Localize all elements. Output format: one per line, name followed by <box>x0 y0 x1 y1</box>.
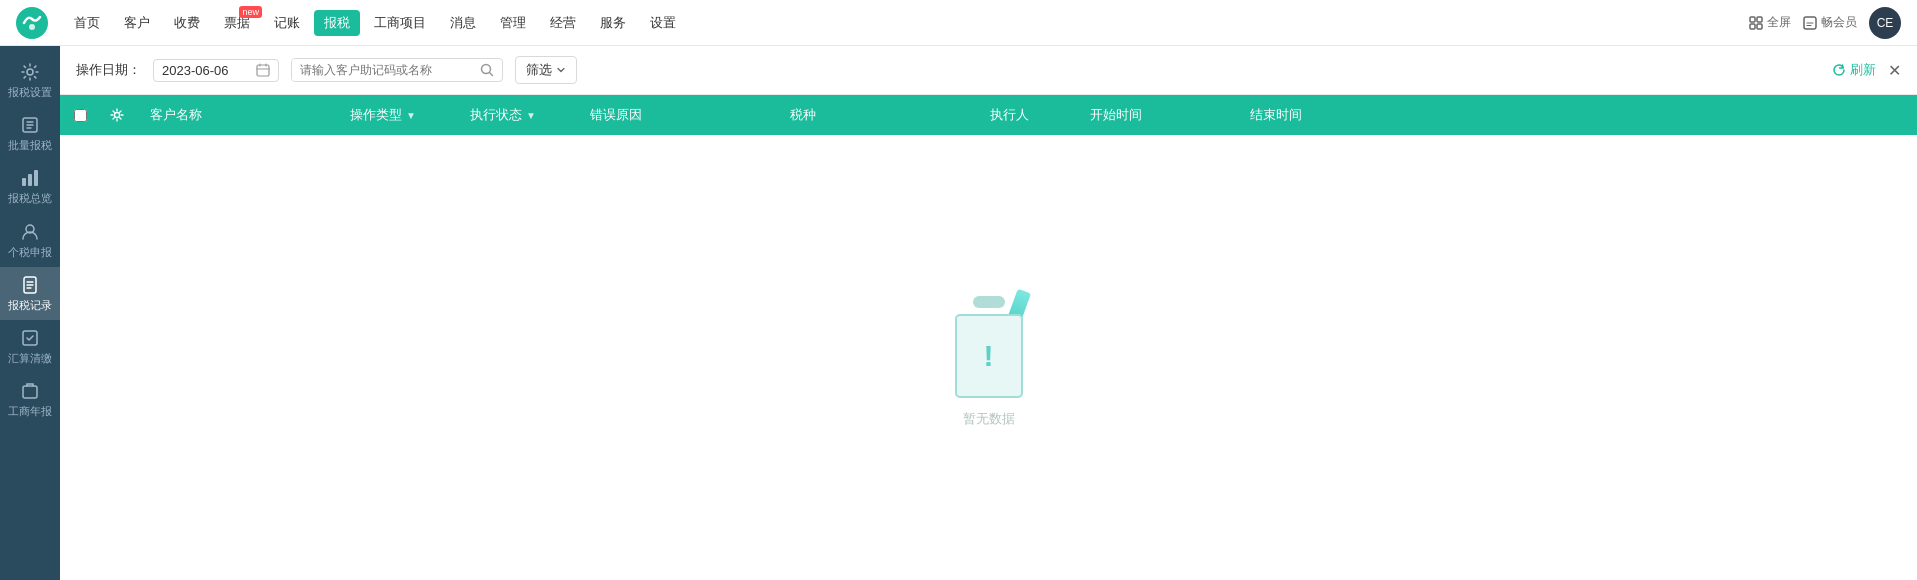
filter-button[interactable]: 筛选 <box>515 56 577 84</box>
sidebar-label-汇算清缴: 汇算清缴 <box>8 352 52 365</box>
th-tax-type: 税种 <box>780 98 980 132</box>
sidebar-label-个税申报: 个税申报 <box>8 246 52 259</box>
sidebar-item-批量报税[interactable]: 批量报税 <box>0 107 60 160</box>
th-checkbox <box>60 101 100 130</box>
sidebar-label-批量报税: 批量报税 <box>8 139 52 152</box>
sidebar-item-报税总览[interactable]: 报税总览 <box>0 160 60 213</box>
app-logo[interactable] <box>16 7 48 39</box>
toolbar-right: 刷新 ✕ <box>1832 61 1901 80</box>
nav-item-设置[interactable]: 设置 <box>640 10 686 36</box>
th-operation-type: 操作类型 ▼ <box>340 98 460 132</box>
fullscreen-label: 全屏 <box>1767 14 1791 31</box>
sidebar-label-报税记录: 报税记录 <box>8 299 52 312</box>
nav-right: 全屏 畅会员 CE <box>1749 7 1901 39</box>
sidebar-icon-报税记录 <box>20 275 40 295</box>
sidebar-label-工商年报: 工商年报 <box>8 405 52 418</box>
nav-item-工商项目[interactable]: 工商项目 <box>364 10 436 36</box>
search-button[interactable] <box>472 59 502 81</box>
svg-point-1 <box>29 24 35 30</box>
gear-icon <box>110 108 124 122</box>
nav-item-服务[interactable]: 服务 <box>590 10 636 36</box>
sidebar-item-工商年报[interactable]: 工商年报 <box>0 373 60 426</box>
sidebar-item-报税记录[interactable]: 报税记录 <box>0 267 60 320</box>
refresh-icon <box>1832 63 1846 77</box>
svg-rect-4 <box>1750 24 1755 29</box>
nav-item-报税[interactable]: 报税 <box>314 10 360 36</box>
date-picker[interactable] <box>153 59 279 82</box>
calendar-icon <box>256 63 270 77</box>
svg-point-7 <box>27 69 33 75</box>
sidebar: 报税设置批量报税报税总览个税申报报税记录汇算清缴工商年报 <box>0 46 60 580</box>
avatar[interactable]: CE <box>1869 7 1901 39</box>
empty-text: 暂无数据 <box>963 410 1015 428</box>
member-btn[interactable]: 畅会员 <box>1803 14 1857 31</box>
select-all-checkbox[interactable] <box>74 109 87 122</box>
clipboard-body: ! <box>955 314 1023 398</box>
sidebar-icon-报税总览 <box>20 168 40 188</box>
svg-point-0 <box>16 7 48 39</box>
svg-rect-16 <box>257 65 269 76</box>
sidebar-icon-报税设置 <box>20 62 40 82</box>
svg-rect-2 <box>1750 17 1755 22</box>
fullscreen-btn[interactable]: 全屏 <box>1749 14 1791 31</box>
main-layout: 报税设置批量报税报税总览个税申报报税记录汇算清缴工商年报 操作日期： 筛选 <box>0 46 1917 580</box>
th-end-time: 结束时间 <box>1240 98 1360 132</box>
svg-rect-10 <box>28 174 32 186</box>
table-header: 客户名称 操作类型 ▼ 执行状态 ▼ 错误原因 税种 执行人 开始时间 结束时间 <box>60 95 1917 135</box>
th-gear <box>100 100 140 130</box>
nav-item-管理[interactable]: 管理 <box>490 10 536 36</box>
sort-icon-operation-type: ▼ <box>406 110 416 121</box>
th-executor: 执行人 <box>980 98 1080 132</box>
search-wrapper <box>291 58 503 82</box>
sidebar-label-报税设置: 报税设置 <box>8 86 52 99</box>
sort-icon-execution-status: ▼ <box>526 110 536 121</box>
sidebar-item-汇算清缴[interactable]: 汇算清缴 <box>0 320 60 373</box>
close-button[interactable]: ✕ <box>1888 61 1901 80</box>
search-icon <box>480 63 494 77</box>
refresh-label: 刷新 <box>1850 61 1876 79</box>
sidebar-label-报税总览: 报税总览 <box>8 192 52 205</box>
content-area: 操作日期： 筛选 刷新 ✕ <box>60 46 1917 580</box>
badge-new: new <box>239 6 262 18</box>
empty-icon: ! <box>939 288 1039 398</box>
nav-item-客户[interactable]: 客户 <box>114 10 160 36</box>
svg-point-18 <box>115 113 120 118</box>
nav-items: 首页客户收费票据new记账报税工商项目消息管理经营服务设置 <box>64 10 1749 36</box>
exclamation-mark: ! <box>957 316 1021 396</box>
search-input[interactable] <box>292 59 472 81</box>
filter-label: 筛选 <box>526 61 552 79</box>
date-label: 操作日期： <box>76 61 141 79</box>
date-input[interactable] <box>162 63 252 78</box>
nav-item-收费[interactable]: 收费 <box>164 10 210 36</box>
svg-rect-5 <box>1757 24 1762 29</box>
th-client-name: 客户名称 <box>140 98 340 132</box>
sidebar-item-个税申报[interactable]: 个税申报 <box>0 214 60 267</box>
svg-rect-9 <box>22 178 26 186</box>
chevron-down-icon <box>556 65 566 75</box>
toolbar: 操作日期： 筛选 刷新 ✕ <box>60 46 1917 95</box>
sidebar-item-报税设置[interactable]: 报税设置 <box>0 54 60 107</box>
clipboard-clip <box>973 296 1005 308</box>
refresh-button[interactable]: 刷新 <box>1832 61 1876 79</box>
empty-illustration: ! 暂无数据 <box>939 288 1039 428</box>
table-body: ! 暂无数据 <box>60 135 1917 580</box>
nav-item-消息[interactable]: 消息 <box>440 10 486 36</box>
nav-item-经营[interactable]: 经营 <box>540 10 586 36</box>
th-error-reason: 错误原因 <box>580 98 780 132</box>
svg-rect-11 <box>34 170 38 186</box>
sidebar-icon-个税申报 <box>20 222 40 242</box>
sidebar-icon-工商年报 <box>20 381 40 401</box>
th-execution-status: 执行状态 ▼ <box>460 98 580 132</box>
nav-item-票据[interactable]: 票据new <box>214 10 260 36</box>
top-nav: 首页客户收费票据new记账报税工商项目消息管理经营服务设置 全屏 畅会员 CE <box>0 0 1917 46</box>
sidebar-icon-批量报税 <box>20 115 40 135</box>
svg-rect-3 <box>1757 17 1762 22</box>
nav-item-首页[interactable]: 首页 <box>64 10 110 36</box>
member-label: 畅会员 <box>1821 14 1857 31</box>
table-container: 客户名称 操作类型 ▼ 执行状态 ▼ 错误原因 税种 执行人 开始时间 结束时间 <box>60 95 1917 580</box>
svg-rect-15 <box>23 386 37 398</box>
sidebar-icon-汇算清缴 <box>20 328 40 348</box>
th-start-time: 开始时间 <box>1080 98 1240 132</box>
nav-item-记账[interactable]: 记账 <box>264 10 310 36</box>
